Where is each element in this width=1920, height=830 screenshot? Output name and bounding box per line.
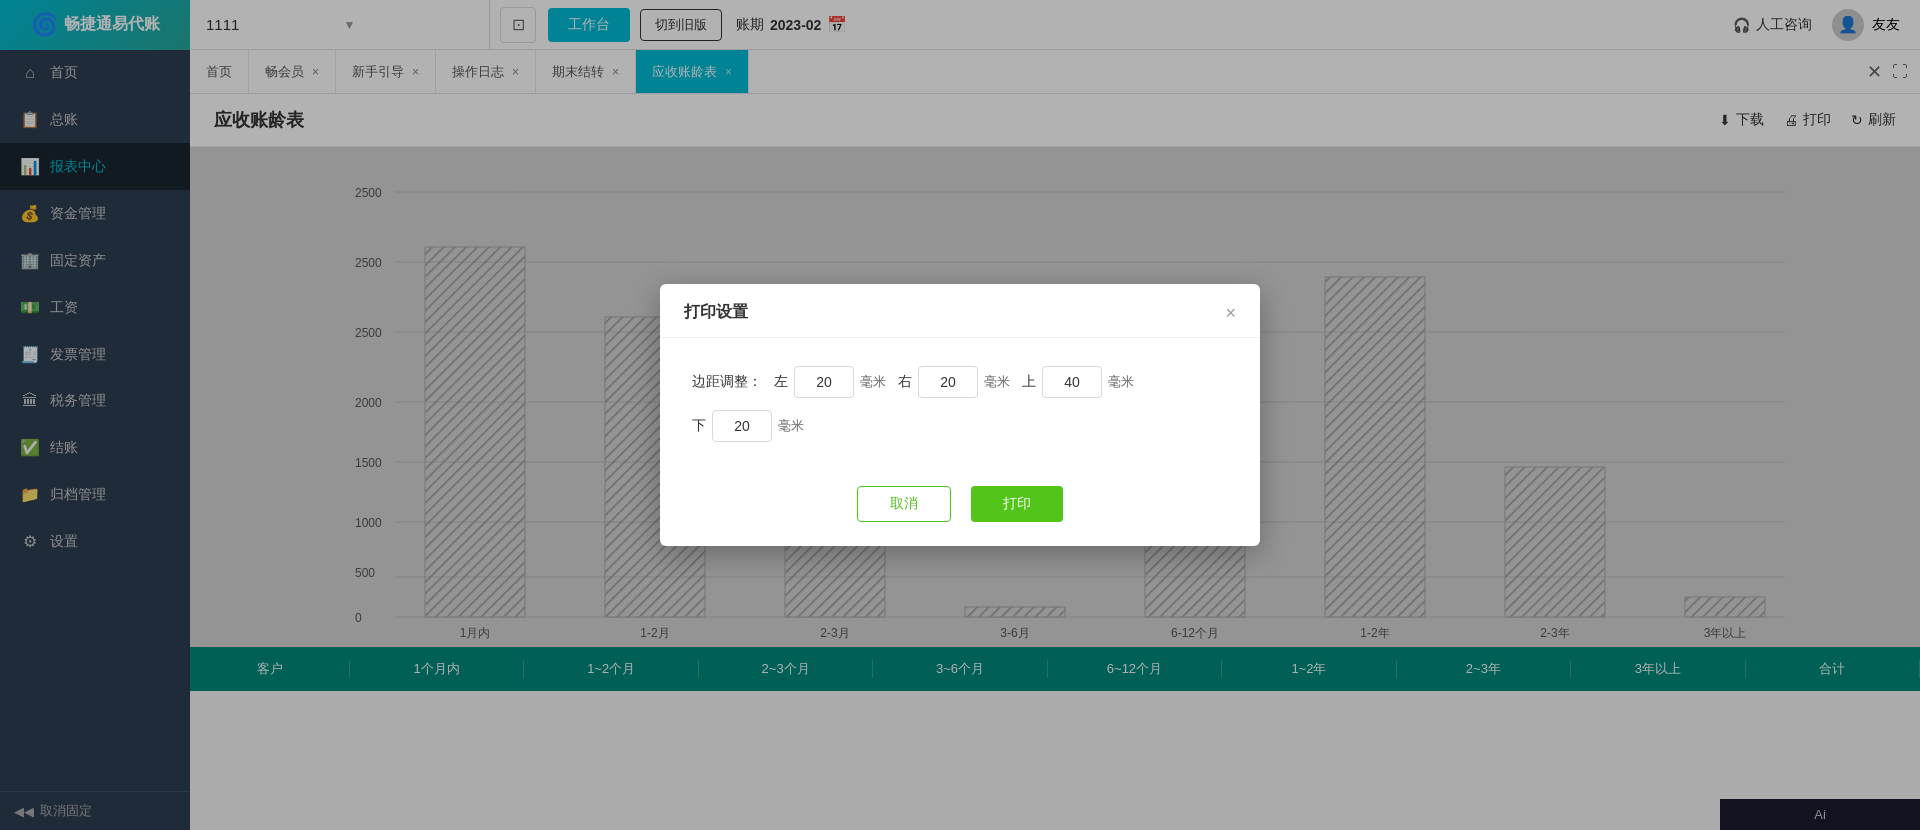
modal-title: 打印设置 [684,302,748,323]
modal-close-button[interactable]: × [1225,304,1236,322]
bottom-unit: 毫米 [778,417,804,435]
print-settings-modal: 打印设置 × 边距调整： 左 毫米 右 毫米 上 毫米 [660,284,1260,546]
modal-footer: 取消 打印 [660,470,1260,546]
left-label: 左 [774,373,788,391]
right-label: 右 [898,373,912,391]
margin-adjust-label: 边距调整： [692,373,762,391]
right-margin-group: 右 毫米 [898,366,1010,398]
left-unit: 毫米 [860,373,886,391]
top-margin-group: 上 毫米 [1022,366,1134,398]
left-margin-group: 左 毫米 [774,366,886,398]
left-margin-input[interactable] [794,366,854,398]
top-margin-input[interactable] [1042,366,1102,398]
bottom-margin-input[interactable] [712,410,772,442]
bottom-label: 下 [692,417,706,435]
top-label: 上 [1022,373,1036,391]
modal-overlay: 打印设置 × 边距调整： 左 毫米 右 毫米 上 毫米 [0,0,1920,830]
modal-header: 打印设置 × [660,284,1260,338]
top-unit: 毫米 [1108,373,1134,391]
right-unit: 毫米 [984,373,1010,391]
print-confirm-button[interactable]: 打印 [971,486,1063,522]
bottom-margin-group: 下 毫米 [692,410,804,442]
modal-body: 边距调整： 左 毫米 右 毫米 上 毫米 下 [660,338,1260,470]
margin-settings: 边距调整： 左 毫米 右 毫米 上 毫米 下 [692,366,1228,442]
right-margin-input[interactable] [918,366,978,398]
cancel-button[interactable]: 取消 [857,486,951,522]
